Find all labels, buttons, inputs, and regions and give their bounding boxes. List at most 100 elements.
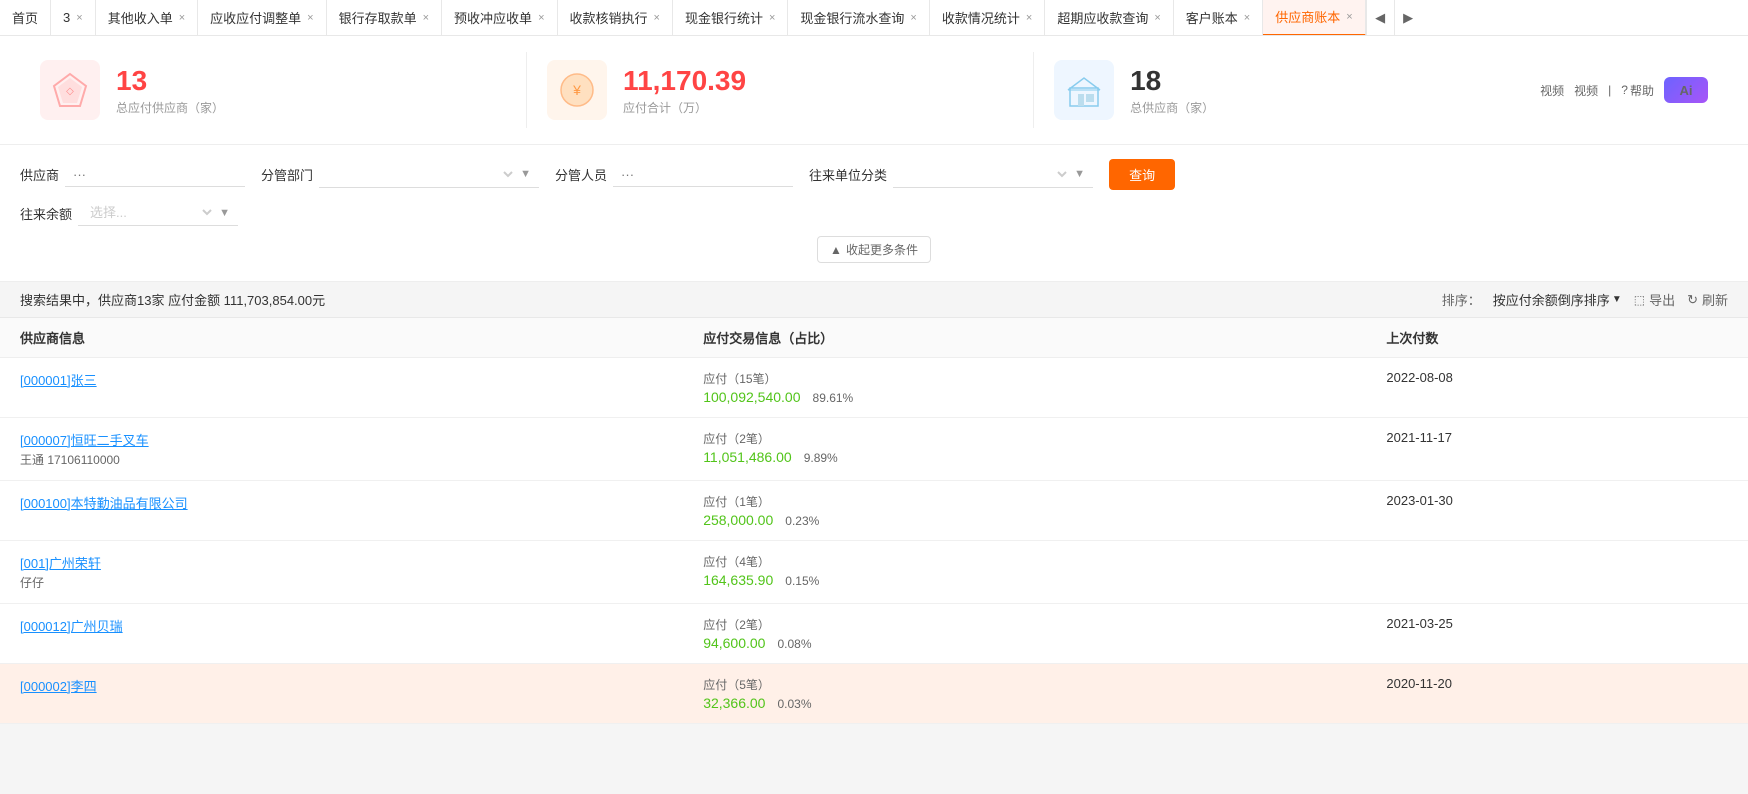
last-pay-cell: 2022-08-08 bbox=[1386, 370, 1728, 385]
chevron-down-icon: ▼ bbox=[1612, 294, 1622, 305]
tx-label: 应付（4笔） bbox=[703, 553, 1386, 570]
supplier-sub: 仔仔 bbox=[20, 574, 703, 591]
nav-tab-3[interactable]: 3 × bbox=[51, 0, 96, 36]
nav-arrow-left[interactable]: ◀ bbox=[1366, 0, 1394, 36]
export-label: 导出 bbox=[1649, 290, 1675, 309]
video-link[interactable]: 视频 bbox=[1540, 82, 1564, 99]
tx-info-cell: 应付（15笔） 100,092,540.00 89.61% bbox=[703, 370, 1386, 405]
close-icon[interactable]: × bbox=[179, 12, 185, 24]
nav-tab-other-income-label: 其他收入单 bbox=[108, 8, 173, 27]
nav-tab-supplier-account[interactable]: 供应商账本 × bbox=[1263, 0, 1365, 36]
tx-amount: 11,051,486.00 bbox=[703, 449, 792, 465]
last-pay-cell: 2023-01-30 bbox=[1386, 493, 1728, 508]
dept-select[interactable] bbox=[327, 166, 516, 183]
nav-tab-overdue-label: 超期应收款查询 bbox=[1057, 8, 1148, 27]
supplier-name-link[interactable]: [000001]张三 bbox=[20, 370, 703, 389]
nav-tab-customer-account[interactable]: 客户账本 × bbox=[1174, 0, 1263, 36]
close-icon[interactable]: × bbox=[1346, 11, 1352, 23]
supplier-input[interactable] bbox=[65, 163, 245, 187]
table-row: [000007]恒旺二手叉车 王通 17106110000 应付（2笔） 11,… bbox=[0, 418, 1748, 481]
table-row: [001]广州荣轩 仔仔 应付（4笔） 164,635.90 0.15% bbox=[0, 541, 1748, 604]
category-select-wrap[interactable]: ▼ bbox=[893, 162, 1093, 188]
nav-tab-overdue[interactable]: 超期应收款查询 × bbox=[1045, 0, 1173, 36]
payable-suppliers-number: 13 bbox=[116, 64, 224, 98]
last-pay-date: 2020-11-20 bbox=[1386, 676, 1452, 691]
top-links-video-text[interactable]: 视频 bbox=[1574, 82, 1598, 99]
supplier-name-link[interactable]: [000007]恒旺二手叉车 bbox=[20, 430, 703, 449]
export-button[interactable]: ⬚ 导出 bbox=[1634, 290, 1675, 309]
diamond-icon: ◇ bbox=[50, 70, 90, 110]
close-icon[interactable]: × bbox=[307, 12, 313, 24]
tx-row: 164,635.90 0.15% bbox=[703, 570, 1386, 588]
total-suppliers-info: 18 总供应商（家） bbox=[1130, 64, 1214, 117]
close-icon[interactable]: × bbox=[910, 12, 916, 24]
person-input[interactable] bbox=[613, 163, 793, 187]
ai-badge-label: Ai bbox=[1680, 83, 1693, 98]
supplier-info-cell: [000001]张三 bbox=[20, 370, 703, 389]
supplier-info-cell: [000012]广州贝瑞 bbox=[20, 616, 703, 635]
close-icon[interactable]: × bbox=[1026, 12, 1032, 24]
nav-arrow-right[interactable]: ▶ bbox=[1394, 0, 1422, 36]
ai-badge[interactable]: Ai bbox=[1664, 77, 1708, 103]
tx-percent: 89.61% bbox=[813, 391, 854, 405]
supplier-name-link[interactable]: [000002]李四 bbox=[20, 676, 703, 695]
summary-card-payable-total: ¥ 11,170.39 应付合计（万） bbox=[527, 52, 1034, 128]
balance-select[interactable]: 选择... bbox=[86, 204, 215, 221]
nav-tab-other-income[interactable]: 其他收入单 × bbox=[96, 0, 198, 36]
supplier-name-link[interactable]: [001]广州荣轩 bbox=[20, 553, 703, 572]
tx-info-cell: 应付（2笔） 94,600.00 0.08% bbox=[703, 616, 1386, 651]
dept-label: 分管部门 bbox=[261, 165, 313, 184]
tx-amount: 164,635.90 bbox=[703, 572, 773, 588]
close-icon[interactable]: × bbox=[654, 12, 660, 24]
tx-amount: 258,000.00 bbox=[703, 512, 773, 528]
filter-row-1: 供应商 分管部门 ▼ 分管人员 往来单位分类 ▼ bbox=[20, 159, 1728, 190]
close-icon[interactable]: × bbox=[769, 12, 775, 24]
chevron-down-icon: ▼ bbox=[520, 168, 531, 180]
svg-text:¥: ¥ bbox=[572, 82, 581, 98]
nav-tab-cash-flow-label: 现金银行流水查询 bbox=[800, 8, 904, 27]
results-actions: 排序： 按应付余额倒序排序 ▼ ⬚ 导出 ↻ 刷新 bbox=[1442, 290, 1728, 309]
svg-text:◇: ◇ bbox=[66, 86, 74, 97]
supplier-name-link[interactable]: [000100]本特勤油品有限公司 bbox=[20, 493, 703, 512]
nav-tab-cash-flow[interactable]: 现金银行流水查询 × bbox=[788, 0, 929, 36]
nav-tab-adjustment[interactable]: 应收应付调整单 × bbox=[198, 0, 326, 36]
close-icon[interactable]: × bbox=[1154, 12, 1160, 24]
tx-amount: 100,092,540.00 bbox=[703, 389, 800, 405]
nav-tab-home[interactable]: 首页 bbox=[0, 0, 51, 36]
export-icon: ⬚ bbox=[1634, 293, 1645, 307]
help-link[interactable]: ? 帮助 bbox=[1621, 82, 1654, 99]
coin-icon: ¥ bbox=[557, 70, 597, 110]
last-pay-date: 2021-11-17 bbox=[1386, 430, 1452, 445]
nav-tab-bank[interactable]: 银行存取款单 × bbox=[327, 0, 442, 36]
tx-row: 258,000.00 0.23% bbox=[703, 510, 1386, 528]
category-select[interactable] bbox=[901, 166, 1070, 183]
table-header: 供应商信息 应付交易信息（占比） 上次付数 bbox=[0, 318, 1748, 358]
category-label: 往来单位分类 bbox=[809, 165, 887, 184]
nav-tab-customer-account-label: 客户账本 bbox=[1186, 8, 1238, 27]
query-button[interactable]: 查询 bbox=[1109, 159, 1175, 190]
refresh-label: 刷新 bbox=[1702, 290, 1728, 309]
supplier-name-link[interactable]: [000012]广州贝瑞 bbox=[20, 616, 703, 635]
sort-value-text: 按应付余额倒序排序 bbox=[1493, 290, 1610, 309]
nav-tab-collection-stat[interactable]: 收款情况统计 × bbox=[930, 0, 1045, 36]
collapse-button[interactable]: ▲ 收起更多条件 bbox=[817, 236, 931, 263]
tx-label: 应付（15笔） bbox=[703, 370, 1386, 387]
refresh-button[interactable]: ↻ 刷新 bbox=[1687, 290, 1728, 309]
nav-tab-collection[interactable]: 收款核销执行 × bbox=[558, 0, 673, 36]
close-icon[interactable]: × bbox=[1244, 12, 1250, 24]
last-pay-cell: 2021-03-25 bbox=[1386, 616, 1728, 631]
sort-select[interactable]: 按应付余额倒序排序 ▼ bbox=[1493, 290, 1622, 309]
tx-label: 应付（5笔） bbox=[703, 676, 1386, 693]
tx-label: 应付（1笔） bbox=[703, 493, 1386, 510]
balance-select-wrap[interactable]: 选择... ▼ bbox=[78, 200, 238, 226]
close-icon[interactable]: × bbox=[76, 12, 82, 24]
dept-select-wrap[interactable]: ▼ bbox=[319, 162, 539, 188]
close-icon[interactable]: × bbox=[538, 12, 544, 24]
table-row: [000001]张三 应付（15笔） 100,092,540.00 89.61%… bbox=[0, 358, 1748, 418]
summary-card-total-suppliers: 18 总供应商（家） bbox=[1034, 52, 1540, 128]
nav-tab-cash-stat[interactable]: 现金银行统计 × bbox=[673, 0, 788, 36]
col-header-tx: 应付交易信息（占比） bbox=[703, 328, 1386, 347]
nav-tab-prepay[interactable]: 预收冲应收单 × bbox=[442, 0, 557, 36]
supplier-info-cell: [000007]恒旺二手叉车 王通 17106110000 bbox=[20, 430, 703, 468]
close-icon[interactable]: × bbox=[423, 12, 429, 24]
